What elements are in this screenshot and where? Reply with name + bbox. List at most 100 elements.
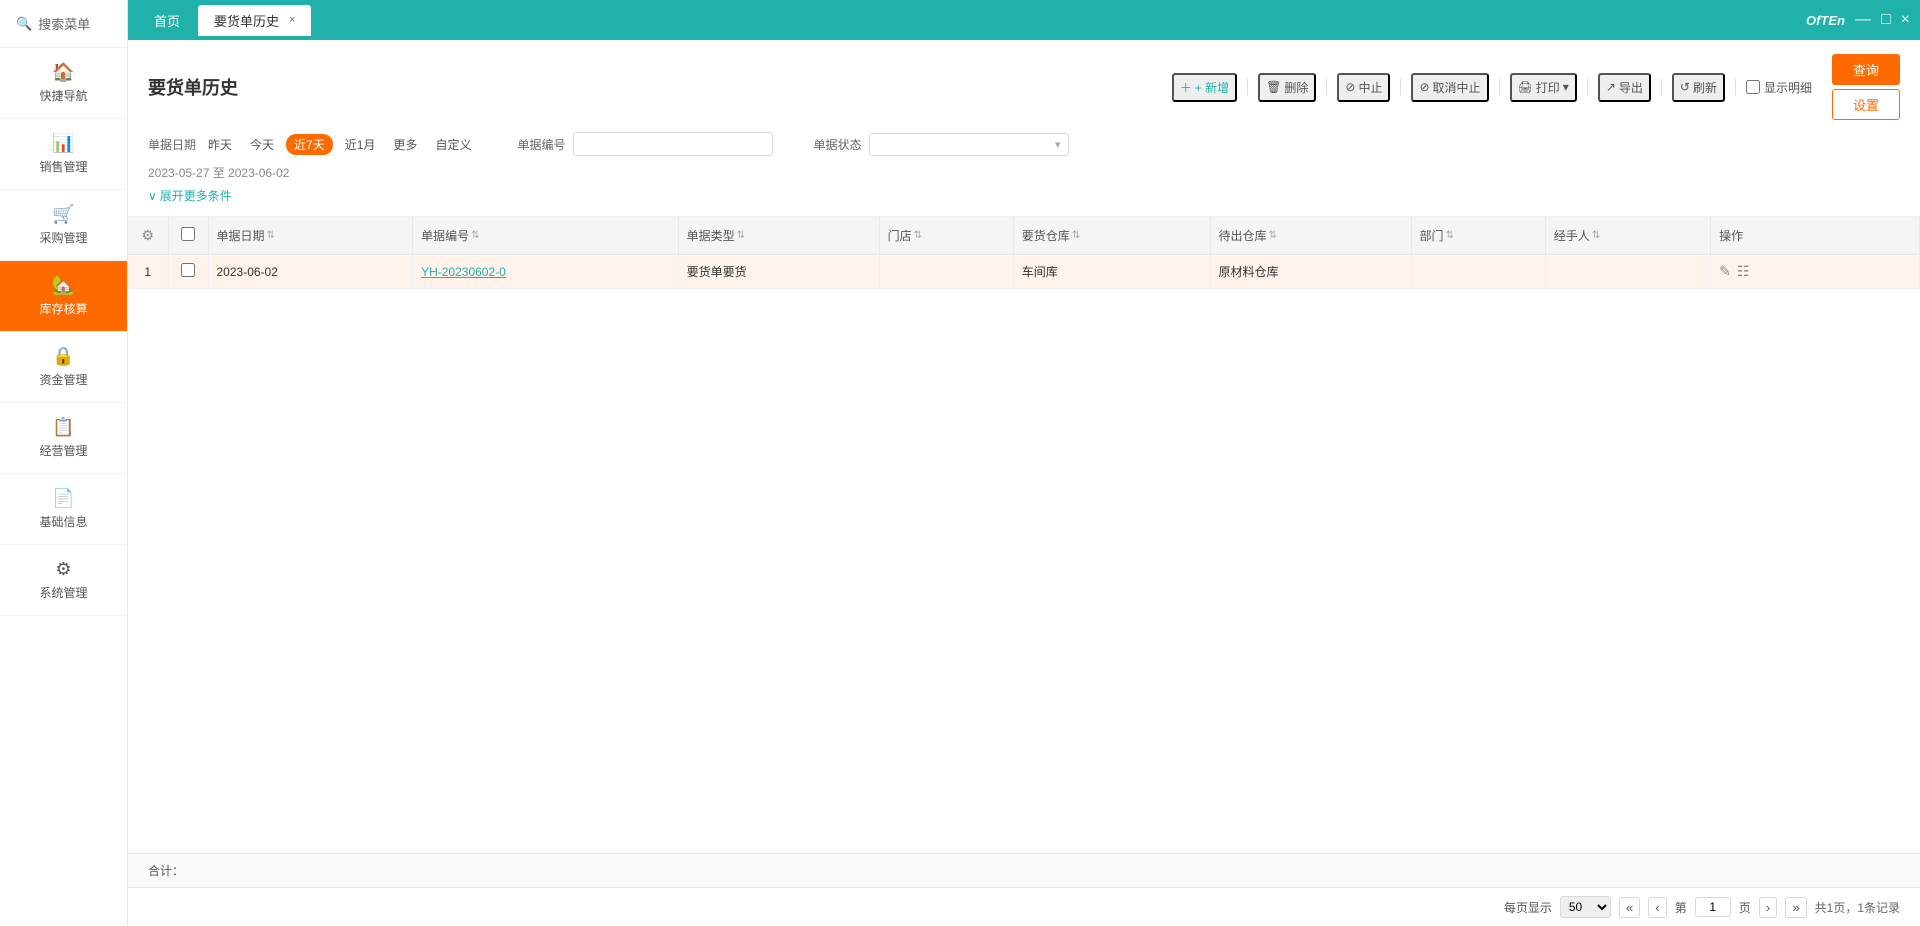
doc-no-filter: 单据编号: [517, 132, 773, 156]
sidebar-item-inventory[interactable]: 🏡 库存核算: [0, 261, 127, 332]
expand-more-btn[interactable]: ∨ 展开更多条件: [148, 187, 1900, 204]
display-detail-checkbox[interactable]: [1746, 80, 1760, 94]
brand-label: OfTEn: [1806, 13, 1845, 28]
query-button[interactable]: 查询: [1832, 54, 1900, 85]
main-area: 首页 要货单历史 × OfTEn — □ × 要货单历史 ＋ + 新增 🗑: [128, 0, 1920, 926]
date-btn-custom[interactable]: 自定义: [429, 134, 477, 155]
export-label: 导出: [1619, 79, 1643, 96]
date-btn-7days[interactable]: 近7天: [286, 134, 333, 155]
sidebar-item-sales[interactable]: 📊 销售管理: [0, 119, 127, 190]
print-button[interactable]: 🖨 打印 ▾: [1510, 73, 1577, 102]
per-page-select[interactable]: 50 100 200: [1560, 896, 1611, 918]
status-filter: 单据状态 ▾: [813, 133, 1069, 156]
display-detail-toggle[interactable]: 显示明细: [1746, 79, 1812, 96]
stop-label: 中止: [1358, 79, 1382, 96]
divider-6: [1661, 79, 1662, 95]
window-maximize-btn[interactable]: □: [1881, 11, 1891, 29]
sidebar-item-label: 基础信息: [39, 513, 87, 530]
select-all-checkbox[interactable]: [181, 227, 195, 241]
date-range-text: 2023-05-27 至 2023-06-02: [148, 164, 289, 181]
delete-label: 删除: [1284, 79, 1308, 96]
date-btn-1month[interactable]: 近1月: [339, 134, 382, 155]
data-table: ⚙ 单据日期 ⇅ 单据编号: [128, 217, 1920, 289]
date-btn-more[interactable]: 更多: [387, 134, 423, 155]
cancel-stop-icon: ⊘: [1419, 80, 1429, 94]
next-page-btn[interactable]: ›: [1759, 897, 1777, 918]
sort-req-warehouse-icon[interactable]: ⇅: [1072, 230, 1080, 241]
export-icon: ↗: [1606, 80, 1616, 94]
sidebar-item-purchase[interactable]: 🛒 采购管理: [0, 190, 127, 261]
date-btn-yesterday[interactable]: 昨天: [202, 134, 238, 155]
row-checkbox[interactable]: [181, 263, 195, 277]
last-page-btn[interactable]: »: [1785, 897, 1806, 918]
sidebar-item-label: 系统管理: [39, 584, 87, 601]
td-doc-type: 要货单要货: [678, 255, 879, 289]
prev-page-btn[interactable]: ‹: [1648, 897, 1666, 918]
sort-pending-warehouse-icon[interactable]: ⇅: [1269, 230, 1277, 241]
th-date-label: 单据日期: [217, 227, 265, 244]
row-detail-icon[interactable]: ☷: [1737, 263, 1750, 280]
sidebar-item-system[interactable]: ⚙ 系统管理: [0, 545, 127, 616]
sidebar-search[interactable]: 🔍 搜索菜单: [0, 0, 127, 48]
tab-active[interactable]: 要货单历史 ×: [198, 5, 311, 36]
tab-home[interactable]: 首页: [138, 5, 196, 36]
refresh-button[interactable]: ↺ 刷新: [1672, 73, 1725, 102]
row-edit-icon[interactable]: ✎: [1719, 263, 1731, 280]
column-settings-icon[interactable]: ⚙: [141, 227, 154, 243]
sort-store-icon[interactable]: ⇅: [914, 230, 922, 241]
sort-department-icon[interactable]: ⇅: [1446, 230, 1454, 241]
home-icon: 🏠: [52, 62, 74, 83]
doc-icon: 📄: [52, 488, 74, 509]
th-handler-label: 经手人: [1554, 227, 1590, 244]
page-prefix: 第: [1675, 899, 1687, 916]
th-pending-warehouse: 待出仓库 ⇅: [1210, 217, 1411, 255]
summary-label: 合计：: [148, 862, 184, 879]
refresh-label: 刷新: [1693, 79, 1717, 96]
delete-icon: 🗑: [1266, 80, 1281, 94]
window-close-btn[interactable]: ×: [1901, 11, 1910, 29]
first-page-btn[interactable]: «: [1619, 897, 1640, 918]
sort-doc-no-icon[interactable]: ⇅: [471, 230, 479, 241]
sort-date-icon[interactable]: ⇅: [267, 230, 275, 241]
action-buttons: 查询 设置: [1832, 54, 1900, 120]
stop-icon: ⊘: [1345, 80, 1355, 94]
sidebar-item-label: 经营管理: [39, 442, 87, 459]
status-select[interactable]: ▾: [869, 133, 1069, 156]
th-req-warehouse-label: 要货仓库: [1022, 227, 1070, 244]
row-doc-no[interactable]: YH-20230602-0: [421, 265, 506, 279]
cancel-stop-label: 取消中止: [1433, 79, 1481, 96]
window-minimize-btn[interactable]: —: [1855, 11, 1871, 29]
sidebar-item-operation[interactable]: 📋 经营管理: [0, 403, 127, 474]
sidebar-item-finance[interactable]: 🔒 资金管理: [0, 332, 127, 403]
settings-button[interactable]: 设置: [1832, 89, 1900, 120]
table-header-row: ⚙ 单据日期 ⇅ 单据编号: [128, 217, 1920, 255]
sidebar-item-quick-nav[interactable]: 🏠 快捷导航: [0, 48, 127, 119]
stop-button[interactable]: ⊘ 中止: [1337, 73, 1390, 102]
sidebar-item-basic-info[interactable]: 📄 基础信息: [0, 474, 127, 545]
th-req-warehouse: 要货仓库 ⇅: [1013, 217, 1210, 255]
row-date: 2023-06-02: [217, 265, 278, 279]
export-button[interactable]: ↗ 导出: [1598, 73, 1651, 102]
sort-handler-icon[interactable]: ⇅: [1592, 230, 1600, 241]
content-area: 要货单历史 ＋ + 新增 🗑 删除 ⊘ 中止 ⊘: [128, 40, 1920, 926]
add-button[interactable]: ＋ + 新增: [1172, 73, 1237, 102]
divider-4: [1499, 79, 1500, 95]
footer-summary: 合计：: [128, 853, 1920, 887]
divider-5: [1587, 79, 1588, 95]
pagination: 每页显示 50 100 200 « ‹ 第 页 › » 共1页，1条记录: [128, 887, 1920, 926]
toolbar: ＋ + 新增 🗑 删除 ⊘ 中止 ⊘ 取消中止: [1172, 54, 1900, 120]
td-date: 2023-06-02: [208, 255, 413, 289]
th-store: 门店 ⇅: [879, 217, 1013, 255]
status-chevron-icon: ▾: [1055, 138, 1061, 151]
print-label: 打印: [1536, 79, 1560, 96]
filter-area: 单据日期 昨天 今天 近7天 近1月 更多 自定义 单据编号 单据状态 ▾: [128, 120, 1920, 217]
td-department: [1411, 255, 1545, 289]
date-btn-today[interactable]: 今天: [244, 134, 280, 155]
cancel-stop-button[interactable]: ⊘ 取消中止: [1411, 73, 1488, 102]
search-icon: 🔍: [16, 16, 32, 32]
sort-doc-type-icon[interactable]: ⇅: [737, 230, 745, 241]
page-input[interactable]: [1695, 897, 1731, 917]
doc-no-input[interactable]: [573, 132, 773, 156]
tab-close-icon[interactable]: ×: [289, 14, 295, 26]
delete-button[interactable]: 🗑 删除: [1258, 73, 1316, 102]
